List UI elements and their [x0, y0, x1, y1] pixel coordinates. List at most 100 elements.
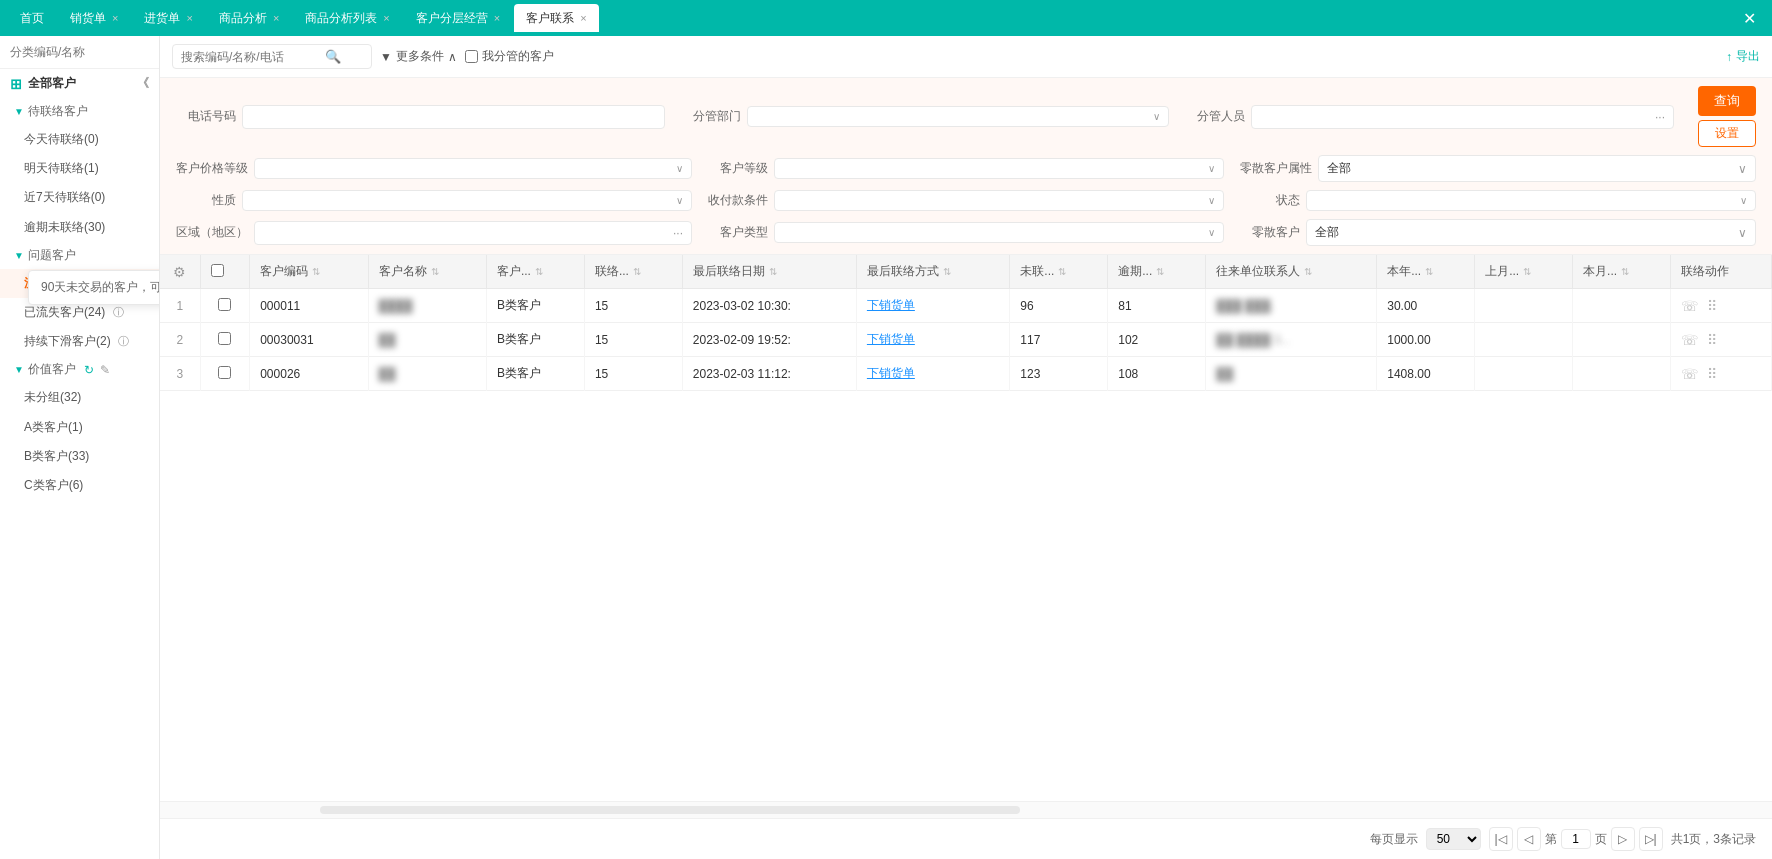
action-phone-icon[interactable]: ☏ — [1681, 366, 1699, 382]
refresh-icon[interactable]: ↻ — [84, 363, 94, 377]
payment-select[interactable]: ∨ — [774, 190, 1224, 211]
sidebar-group-value[interactable]: ▼ 价值客户 ↻ ✎ — [0, 356, 159, 383]
my-customers-checkbox[interactable]: 我分管的客户 — [465, 48, 554, 65]
unlisted-sort-icon[interactable]: ⇅ — [1058, 266, 1066, 277]
status-select[interactable]: ∨ — [1306, 190, 1756, 211]
level-arrow: ∨ — [1208, 163, 1215, 174]
tab-customer-contact-close[interactable]: × — [580, 12, 586, 24]
page-input[interactable] — [1561, 829, 1591, 849]
sidebar-group-value-label: 价值客户 — [28, 361, 76, 378]
tab-analysis-list-close[interactable]: × — [383, 12, 389, 24]
sidebar-group-problem[interactable]: ▼ 问题客户 — [0, 242, 159, 269]
row-checkbox[interactable] — [200, 357, 250, 391]
pagination-total: 共1页，3条记录 — [1671, 831, 1756, 848]
contact-sort-icon[interactable]: ⇅ — [633, 266, 641, 277]
action-menu-icon[interactable]: ⠿ — [1707, 298, 1717, 314]
sidebar-item-ungrouped[interactable]: 未分组(32) — [0, 383, 159, 412]
sidebar-item-c-class[interactable]: C类客户(6) — [0, 471, 159, 500]
row-checkbox[interactable] — [200, 289, 250, 323]
phone-input[interactable] — [242, 105, 665, 129]
tab-sales-close[interactable]: × — [112, 12, 118, 24]
table-horizontal-scrollbar[interactable] — [320, 806, 1020, 814]
settings-button[interactable]: 设置 — [1698, 120, 1756, 147]
my-customers-check[interactable] — [465, 50, 478, 63]
sidebar-item-declining[interactable]: 持续下滑客户(2) ⓘ — [0, 327, 159, 356]
tab-sales-label: 销货单 — [70, 10, 106, 27]
type-sort-icon[interactable]: ⇅ — [535, 266, 543, 277]
export-button[interactable]: ↑ 导出 — [1726, 48, 1760, 65]
customer-level-select[interactable]: ∨ — [774, 158, 1224, 179]
row-contact-count: 15 — [584, 323, 682, 357]
sidebar-root[interactable]: ⊞ 全部客户 《 — [0, 69, 159, 98]
tab-purchase-close[interactable]: × — [186, 12, 192, 24]
tab-home[interactable]: 首页 — [8, 4, 56, 32]
filter-search-icon[interactable]: 🔍 — [325, 49, 341, 64]
sidebar-item-tomorrow[interactable]: 明天待联络(1) — [0, 154, 159, 183]
collapse-icon[interactable]: 《 — [137, 75, 149, 92]
tab-customer-tier-close[interactable]: × — [494, 12, 500, 24]
zero-customer-value[interactable]: 全部 ∨ — [1306, 219, 1756, 246]
code-sort-icon[interactable]: ⇅ — [312, 266, 320, 277]
person-sort-icon[interactable]: ⇅ — [1304, 266, 1312, 277]
per-page-select[interactable]: 50 100 200 — [1426, 828, 1481, 850]
row-check-2[interactable] — [218, 366, 231, 379]
sidebar-search-input[interactable] — [10, 45, 160, 59]
gender-select[interactable]: ∨ — [242, 190, 692, 211]
action-menu-icon[interactable]: ⠿ — [1707, 366, 1717, 382]
price-level-label: 客户价格等级 — [176, 160, 248, 177]
tab-analysis-close[interactable]: × — [273, 12, 279, 24]
row-check-1[interactable] — [218, 332, 231, 345]
filter-field-person: 分管人员 ··· — [1185, 105, 1674, 129]
select-all-checkbox[interactable] — [211, 264, 224, 277]
month-sort-icon[interactable]: ⇅ — [1621, 266, 1629, 277]
action-phone-icon[interactable]: ☏ — [1681, 298, 1699, 314]
lmonth-sort-icon[interactable]: ⇅ — [1523, 266, 1531, 277]
filter-search-input[interactable] — [181, 50, 321, 64]
sidebar-item-a-class[interactable]: A类客户(1) — [0, 413, 159, 442]
tab-purchase[interactable]: 进货单 × — [132, 4, 204, 32]
tab-customer-contact[interactable]: 客户联系 × — [514, 4, 598, 32]
page-prev-btn[interactable]: ◁ — [1517, 827, 1541, 851]
window-close-button[interactable]: ✕ — [1735, 9, 1764, 28]
page-last-btn[interactable]: ▷| — [1639, 827, 1663, 851]
zero-attr-value[interactable]: 全部 ∨ — [1318, 155, 1756, 182]
sidebar-group-pending[interactable]: ▼ 待联络客户 — [0, 98, 159, 125]
sidebar-item-overdue[interactable]: 逾期未联络(30) — [0, 213, 159, 242]
dept-select[interactable]: ∨ — [747, 106, 1170, 127]
col-code: 客户编码 ⇅ — [250, 255, 368, 289]
customer-type-select[interactable]: ∨ — [774, 222, 1224, 243]
region-select[interactable]: ··· — [254, 221, 692, 245]
page-first-btn[interactable]: |◁ — [1489, 827, 1513, 851]
edit-icon[interactable]: ✎ — [100, 363, 110, 377]
sidebar-item-b-class[interactable]: B类客户(33) — [0, 442, 159, 471]
tab-analysis[interactable]: 商品分析 × — [207, 4, 291, 32]
table-row: 3 000026 ██ B类客户 15 2023-02-03 11:12: 下销… — [160, 357, 1772, 391]
filter-field-phone: 电话号码 — [176, 105, 665, 129]
query-button[interactable]: 查询 — [1698, 86, 1756, 116]
col-gear[interactable]: ⚙ — [160, 255, 200, 289]
sidebar-item-today[interactable]: 今天待联络(0) — [0, 125, 159, 154]
tab-customer-tier[interactable]: 客户分层经营 × — [404, 4, 512, 32]
zero-customer-label: 零散客户 — [1240, 224, 1300, 241]
sidebar-item-7days[interactable]: 近7天待联络(0) — [0, 183, 159, 212]
more-conditions-toggle[interactable]: ▼ 更多条件 ∧ — [380, 48, 457, 65]
price-level-select[interactable]: ∨ — [254, 158, 692, 179]
year-sort-icon[interactable]: ⇅ — [1425, 266, 1433, 277]
overdue-sort-icon[interactable]: ⇅ — [1156, 266, 1164, 277]
date-sort-icon[interactable]: ⇅ — [769, 266, 777, 277]
row-contact-count: 15 — [584, 289, 682, 323]
page-suffix: 页 — [1595, 831, 1607, 848]
person-select[interactable]: ··· — [1251, 105, 1674, 129]
method-sort-icon[interactable]: ⇅ — [943, 266, 951, 277]
tab-sales[interactable]: 销货单 × — [58, 4, 130, 32]
row-last-date: 2023-02-09 19:52: — [682, 323, 856, 357]
tab-analysis-list[interactable]: 商品分析列表 × — [293, 4, 401, 32]
action-menu-icon[interactable]: ⠿ — [1707, 332, 1717, 348]
pagination-bar: 每页显示 50 100 200 |◁ ◁ 第 页 ▷ ▷| 共1页，3条记录 — [160, 818, 1772, 859]
action-phone-icon[interactable]: ☏ — [1681, 332, 1699, 348]
row-checkbox[interactable] — [200, 323, 250, 357]
name-sort-icon[interactable]: ⇅ — [431, 266, 439, 277]
page-next-btn[interactable]: ▷ — [1611, 827, 1635, 851]
row-check-0[interactable] — [218, 298, 231, 311]
gear-icon[interactable]: ⚙ — [173, 264, 186, 280]
